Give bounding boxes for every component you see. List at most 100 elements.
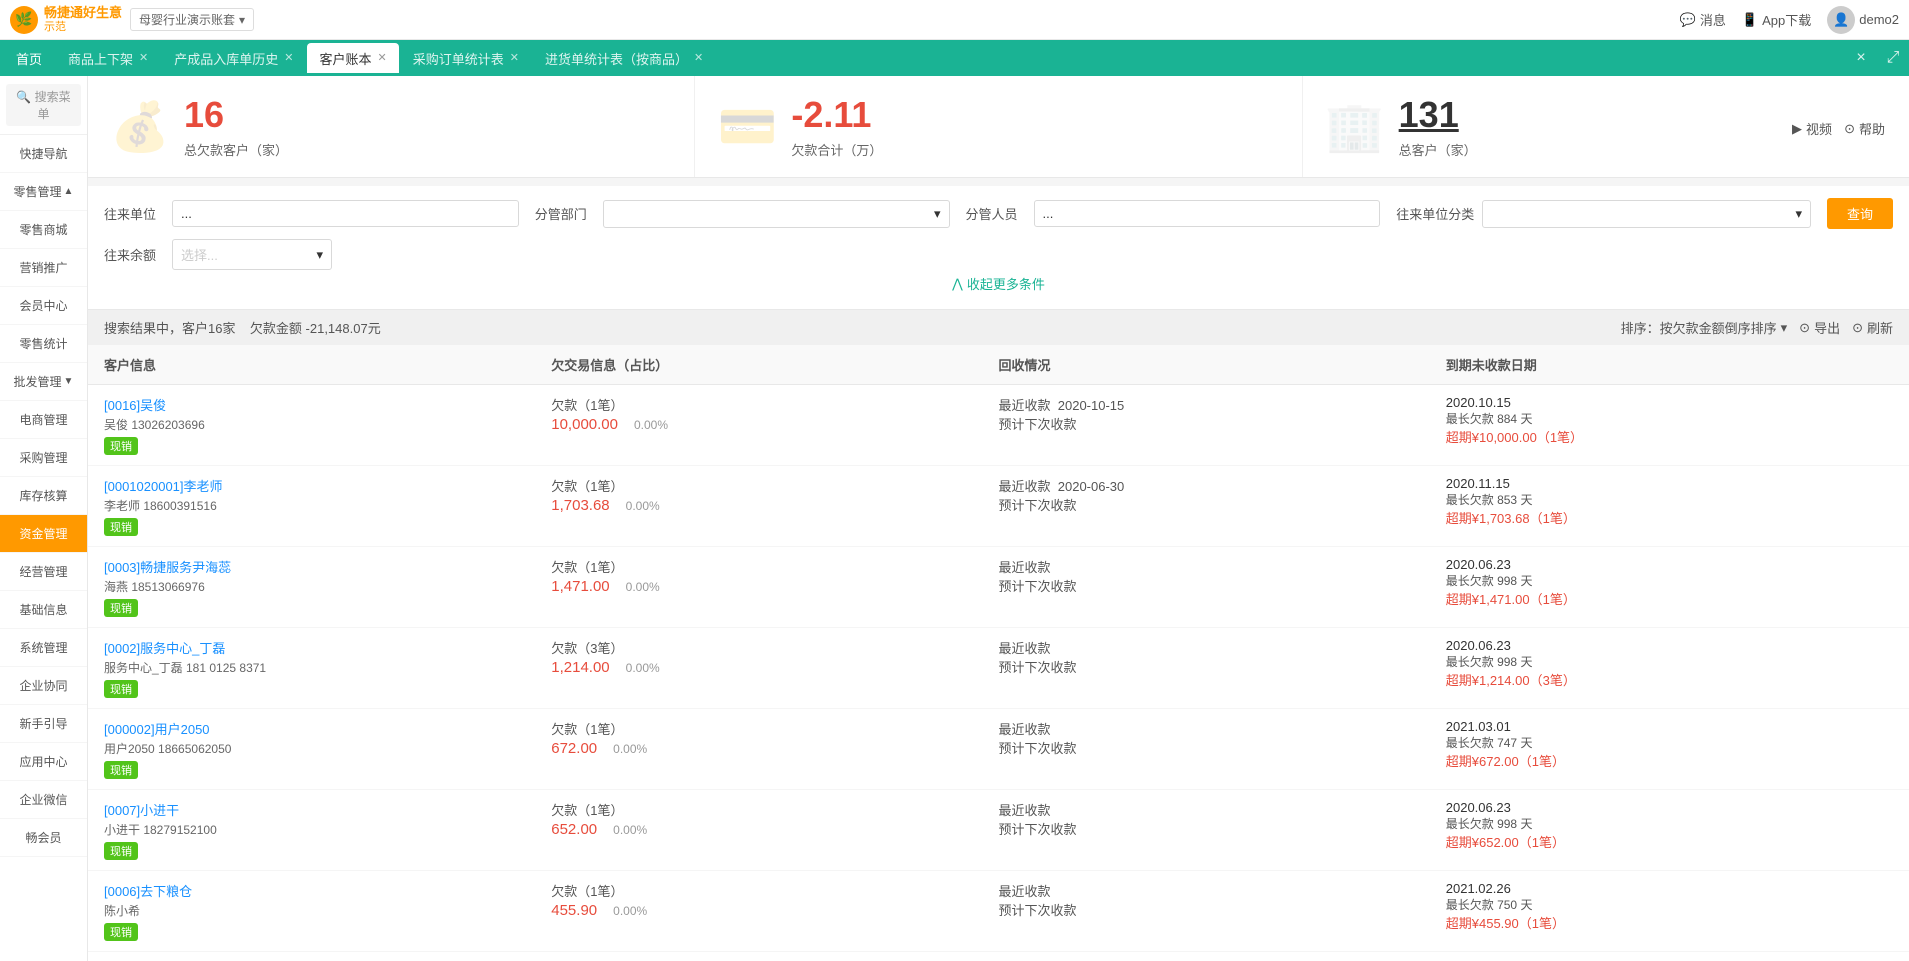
customer-name-3[interactable]: [0002]服务中心_丁磊 [104, 638, 551, 657]
customer-name-5[interactable]: [0007]小进干 [104, 800, 551, 819]
sidebar-item-new-guide[interactable]: 新手引导 [0, 705, 87, 743]
sidebar-item-quick-nav[interactable]: 快捷导航 [0, 135, 87, 173]
message-btn[interactable]: 💬 消息 [1680, 10, 1726, 29]
sidebar-purchase-mgmt-label: 采购管理 [19, 449, 67, 466]
customer-name-1[interactable]: [0001020001]李老师 [104, 476, 551, 495]
overdue-text-0[interactable]: 超期¥10,000.00（1笔） [1446, 427, 1893, 446]
sidebar-search-area[interactable]: 🔍 搜索菜单 [0, 76, 87, 135]
tab-maximize-btn[interactable]: ⤢ [1881, 46, 1905, 70]
sidebar-item-enterprise-wecom[interactable]: 企业微信 [0, 781, 87, 819]
person-input[interactable]: ... [1034, 200, 1381, 227]
query-button[interactable]: 查询 [1827, 198, 1893, 229]
sidebar-item-retail-stats[interactable]: 零售统计 [0, 325, 87, 363]
collapse-row[interactable]: ⋀ 收起更多条件 [104, 270, 1893, 297]
overdue-text-6[interactable]: 超期¥455.90（1笔） [1446, 913, 1893, 932]
due-date-cell-2: 2020.06.23 最长欠款 998 天 超期¥1,471.00（1笔） [1446, 557, 1893, 608]
export-btn[interactable]: ⊙ 导出 [1799, 318, 1840, 337]
filter-unit-category: 往来单位分类 ▾ [1396, 200, 1811, 228]
debt-amount-label: 欠款合计（万） [791, 140, 882, 159]
balance-label: 往来余额 [104, 245, 164, 264]
app-download-btn[interactable]: 📱 App下载 [1742, 10, 1811, 29]
debt-cell-5: 652.00 0.00% [551, 819, 998, 838]
sidebar-item-system-mgmt[interactable]: 系统管理 [0, 629, 87, 667]
sidebar-item-wholesale-mgmt[interactable]: 批发管理 ▼ [0, 363, 87, 401]
repay-info-5: 最近收款 [999, 800, 1446, 819]
sidebar-item-marketing[interactable]: 营销推广 [0, 249, 87, 287]
sidebar-item-retail-mgmt[interactable]: 零售管理 ▲ [0, 173, 87, 211]
sidebar-item-retail-mall[interactable]: 零售商城 [0, 211, 87, 249]
tab-stock-stats[interactable]: 进货单统计表（按商品） ✕ [533, 43, 715, 73]
tab-purchase-order-close[interactable]: ✕ [510, 53, 519, 64]
phone-icon: 📱 [1742, 12, 1758, 28]
customer-info-cell-0: [0016]吴俊 吴俊 13026203696 现销 [104, 395, 551, 455]
due-date-cell-3: 2020.06.23 最长欠款 998 天 超期¥1,214.00（3笔） [1446, 638, 1893, 689]
debt-icon: 💳 [719, 99, 775, 155]
tab-customer-account-close[interactable]: ✕ [378, 53, 387, 64]
last-repay-label-1: 最近收款 [999, 479, 1051, 494]
chevron-down-balance: ▾ [316, 247, 323, 263]
tab-production[interactable]: 产成品入库单历史 ✕ [162, 43, 305, 73]
source-unit-dots: ... [181, 206, 192, 221]
sidebar-item-operations[interactable]: 经营管理 [0, 553, 87, 591]
refresh-btn[interactable]: ⊙ 刷新 [1852, 318, 1893, 337]
source-unit-input[interactable]: ... [172, 200, 519, 227]
sidebar-item-basic-info[interactable]: 基础信息 [0, 591, 87, 629]
customer-name-4[interactable]: [000002]用户2050 [104, 719, 551, 738]
tab-purchase-order[interactable]: 采购订单统计表 ✕ [401, 43, 531, 73]
table-row: [0002]服务中心_丁磊 服务中心_丁磊 181 0125 8371 现销 欠… [88, 628, 1909, 709]
overdue-text-5[interactable]: 超期¥652.00（1笔） [1446, 832, 1893, 851]
overdue-text-3[interactable]: 超期¥1,214.00（3笔） [1446, 670, 1893, 689]
username: demo2 [1859, 12, 1899, 27]
filter-area: 往来单位 ... 分管部门 ▾ 分管人员 ... [88, 186, 1909, 310]
sidebar-item-ecommerce[interactable]: 电商管理 [0, 401, 87, 439]
debt-info-cell-6: 欠款（1笔） 455.90 0.00% [551, 881, 998, 919]
overdue-text-2[interactable]: 超期¥1,471.00（1笔） [1446, 589, 1893, 608]
customer-info-cell-3: [0002]服务中心_丁磊 服务中心_丁磊 181 0125 8371 现销 [104, 638, 551, 698]
overdue-text-4[interactable]: 超期¥672.00（1笔） [1446, 751, 1893, 770]
repay-cell-2: 最近收款 预计下次收款 [999, 557, 1446, 595]
industry-selector[interactable]: 母婴行业演示账套 ▾ [130, 8, 254, 31]
sidebar-item-purchase-mgmt[interactable]: 采购管理 [0, 439, 87, 477]
tab-purchase-order-label: 采购订单统计表 [413, 49, 504, 68]
debt-amount-2: 1,471.00 [551, 578, 609, 595]
sidebar-item-enterprise-collab[interactable]: 企业协同 [0, 667, 87, 705]
tab-products[interactable]: 商品上下架 ✕ [56, 43, 160, 73]
sidebar-item-app-center[interactable]: 应用中心 [0, 743, 87, 781]
tab-stock-stats-close[interactable]: ✕ [694, 53, 703, 64]
unit-category-select[interactable]: ▾ [1482, 200, 1811, 228]
dept-select[interactable]: ▾ [603, 200, 950, 228]
overdue-text-1[interactable]: 超期¥1,703.68（1笔） [1446, 508, 1893, 527]
max-days-0: 最长欠款 884 天 [1446, 410, 1893, 427]
tab-products-close[interactable]: ✕ [139, 53, 148, 64]
debt-ratio-1: 0.00% [626, 499, 660, 513]
stat-info-customers: 131 总客户（家） [1399, 94, 1477, 159]
debt-amount-5: 652.00 [551, 821, 597, 838]
help-btn[interactable]: ⊙ 帮助 [1844, 119, 1885, 138]
search-menu-box[interactable]: 🔍 搜索菜单 [6, 84, 81, 126]
customer-info-cell-6: [0006]去下粮仓 陈小希 现销 [104, 881, 551, 941]
balance-select[interactable]: 选择... ▾ [172, 239, 332, 270]
user-avatar-btn[interactable]: 👤 demo2 [1827, 6, 1899, 34]
tab-home[interactable]: 首页 [4, 43, 54, 73]
sidebar-item-member-center[interactable]: 会员中心 [0, 287, 87, 325]
sidebar-item-finance[interactable]: 资金管理 [0, 515, 87, 553]
due-date-cell-5: 2020.06.23 最长欠款 998 天 超期¥652.00（1笔） [1446, 800, 1893, 851]
app-name: 畅捷通好生意 [44, 5, 122, 21]
customer-name-6[interactable]: [0006]去下粮仓 [104, 881, 551, 900]
tab-home-label: 首页 [16, 49, 42, 68]
tab-customer-account[interactable]: 客户账本 ✕ [307, 43, 398, 73]
help-label: 帮助 [1859, 119, 1885, 138]
sidebar-item-vip-member[interactable]: 畅会员 [0, 819, 87, 857]
view-video-btn[interactable]: ▶ 视频 [1792, 119, 1832, 138]
customer-name-0[interactable]: [0016]吴俊 [104, 395, 551, 414]
max-days-2: 最长欠款 998 天 [1446, 572, 1893, 589]
sidebar-ecommerce-label: 电商管理 [19, 411, 67, 428]
chevron-down-icon: ▲ [64, 186, 74, 197]
sort-btn[interactable]: 排序：按欠款金额倒序排序 ▾ [1621, 318, 1788, 337]
tab-production-close[interactable]: ✕ [284, 53, 293, 64]
customer-name-2[interactable]: [0003]畅捷服务尹海蕊 [104, 557, 551, 576]
chevron-down-icon: ▾ [239, 13, 245, 27]
debt-ratio-6: 0.00% [613, 904, 647, 918]
sidebar-item-inventory[interactable]: 库存核算 [0, 477, 87, 515]
tab-collapse-btn[interactable]: × [1849, 46, 1873, 70]
